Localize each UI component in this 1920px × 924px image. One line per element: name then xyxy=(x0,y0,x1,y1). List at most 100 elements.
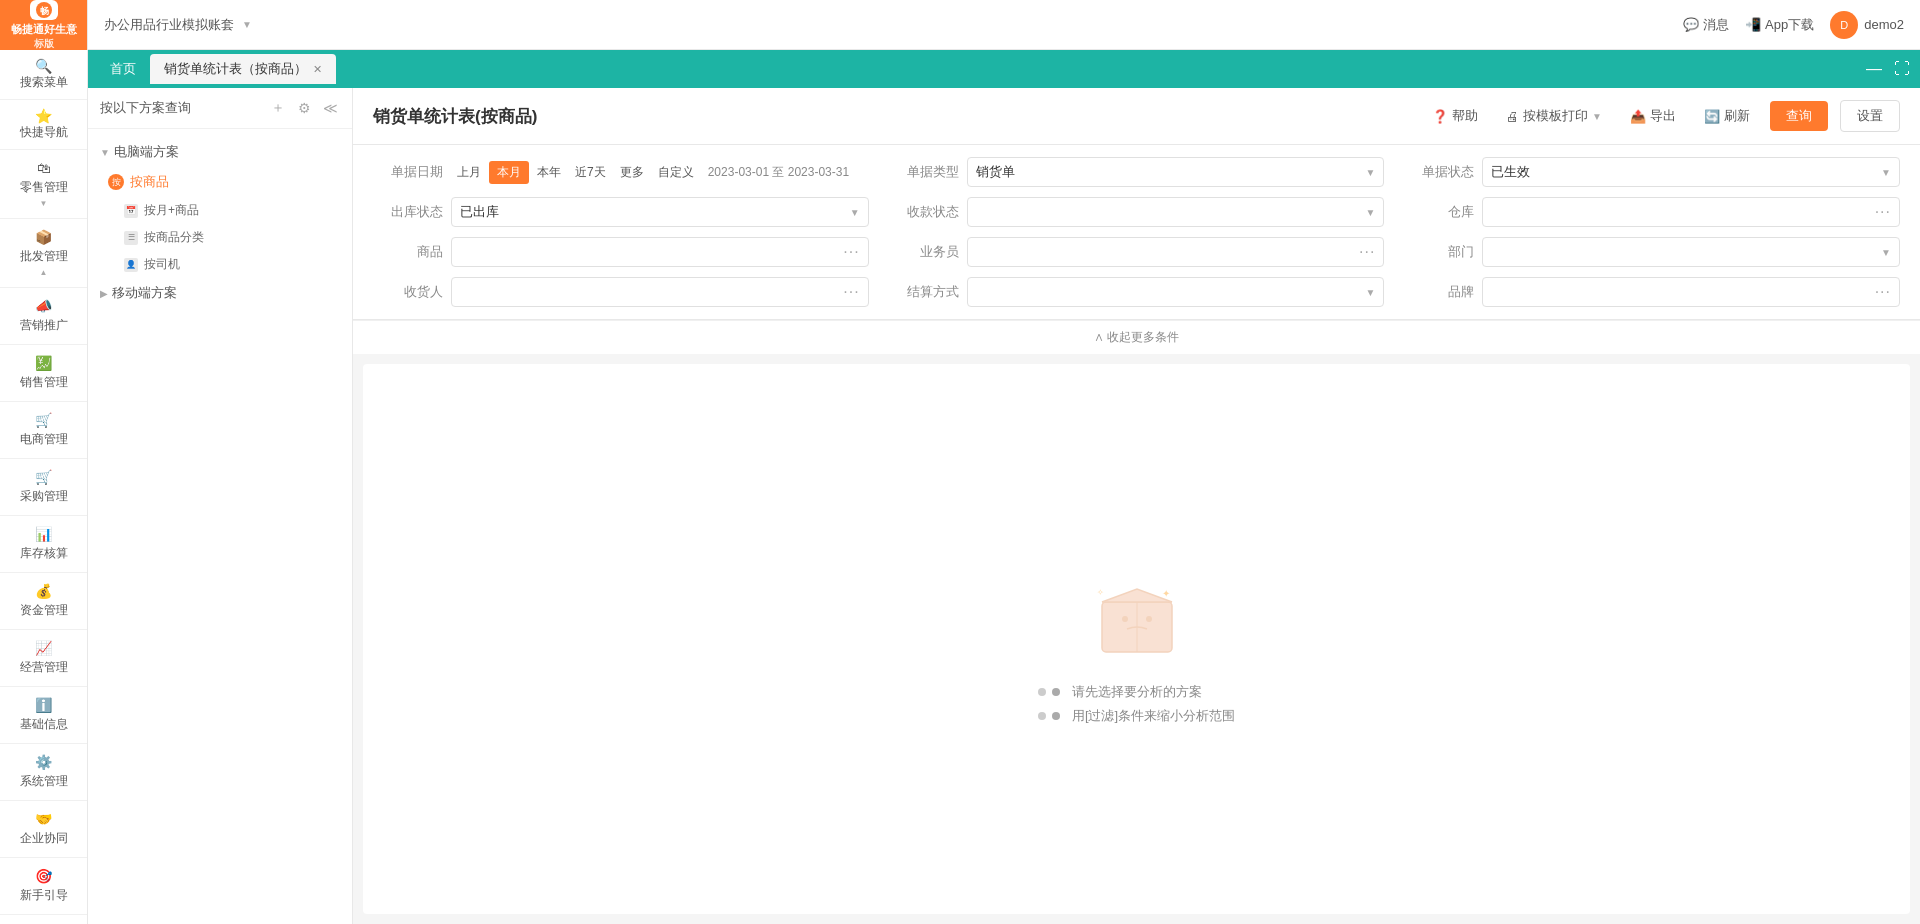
filter-row-4: 收货人 ··· 结算方式 ▼ 品牌 xyxy=(373,277,1900,307)
maximize-btn[interactable]: ⛶ xyxy=(1892,58,1912,80)
filter-row-1: 单据日期 上月 本月 本年 近7天 更多 自定义 2023-03-01 至 20… xyxy=(373,157,1900,187)
tab-home[interactable]: 首页 xyxy=(96,54,150,84)
refresh-icon: 🔄 xyxy=(1704,109,1720,124)
doc-status-value: 已生效 xyxy=(1491,163,1530,181)
sidebar-item-finance-mgmt[interactable]: 💰 资金管理 xyxy=(0,573,87,630)
sidebar-item-sales-mgmt[interactable]: 💹 销售管理 xyxy=(0,345,87,402)
sidebar-item-ecommerce-mgmt[interactable]: 🛒 电商管理 xyxy=(0,402,87,459)
sidebar-item-purchase-mgmt[interactable]: 🛒 采购管理 xyxy=(0,459,87,516)
chevron-down-icon: ▼ xyxy=(40,199,48,208)
finance-icon: 💰 xyxy=(35,583,52,599)
collapse-more-btn[interactable]: ∧ 收起更多条件 xyxy=(353,320,1920,354)
close-icon[interactable]: ✕ xyxy=(313,63,322,76)
date-field: 单据日期 上月 本月 本年 近7天 更多 自定义 2023-03-01 至 20… xyxy=(373,161,869,184)
svg-text:✦: ✦ xyxy=(1162,588,1170,599)
salesperson-more-icon: ··· xyxy=(1359,243,1375,261)
sidebar-item-marketing[interactable]: 📣 营销推广 xyxy=(0,288,87,345)
industry-label: 办公用品行业模拟账套 xyxy=(104,16,234,34)
help-icon: ❓ xyxy=(1432,109,1448,124)
minimize-btn[interactable]: — xyxy=(1864,58,1884,80)
scheme-sub-by-month-product[interactable]: 📅 按月+商品 xyxy=(88,197,352,224)
sidebar-item-system-mgmt[interactable]: ⚙️ 系统管理 xyxy=(0,744,87,801)
app-download-btn[interactable]: 📲 App下载 xyxy=(1745,16,1814,34)
industry-dropdown-icon[interactable]: ▼ xyxy=(242,19,252,30)
app-title: 畅捷通好生意 xyxy=(11,22,77,36)
department-label: 部门 xyxy=(1404,243,1474,261)
scheme-sub-by-cashier[interactable]: 👤 按司机 xyxy=(88,251,352,278)
sidebar-item-inventory-check[interactable]: 📊 库存核算 xyxy=(0,516,87,573)
stock-status-select[interactable]: 已出库 ▼ xyxy=(451,197,869,227)
megaphone-icon: 📣 xyxy=(35,298,52,314)
department-select[interactable]: ▼ xyxy=(1482,237,1900,267)
stock-status-label: 出库状态 xyxy=(373,203,443,221)
date-btn-more[interactable]: 更多 xyxy=(614,161,650,184)
calendar-icon: 📅 xyxy=(124,204,138,218)
refresh-btn[interactable]: 🔄 刷新 xyxy=(1696,103,1758,129)
avatar: D xyxy=(1830,11,1858,39)
sidebar-item-search-menu[interactable]: 🔍 搜索菜单 xyxy=(0,50,87,100)
print-template-btn[interactable]: 🖨 按模板打印 ▼ xyxy=(1498,103,1610,129)
date-range-buttons: 上月 本月 本年 近7天 更多 自定义 xyxy=(451,161,700,184)
sidebar-item-app-center[interactable]: 📱 应用中心 xyxy=(0,915,87,924)
recipient-input[interactable]: ··· xyxy=(451,277,869,307)
message-btn[interactable]: 💬 消息 xyxy=(1683,16,1729,34)
scheme-group-mobile[interactable]: ▶ 移动端方案 xyxy=(88,278,352,308)
industry-selector[interactable]: 办公用品行业模拟账套 ▼ xyxy=(104,16,252,34)
filter-panel: 按以下方案查询 ＋ ⚙ ≪ ▼ 电脑端方案 按 按商品 xyxy=(88,88,353,924)
logo-icon: 畅 xyxy=(30,0,58,20)
scheme-group-desktop[interactable]: ▼ 电脑端方案 xyxy=(88,137,352,167)
warehouse-input[interactable]: ··· xyxy=(1482,197,1900,227)
purchase-icon: 🛒 xyxy=(35,469,52,485)
sidebar-item-quick-nav[interactable]: ⭐ 快捷导航 xyxy=(0,100,87,150)
scheme-group-mobile-label: 移动端方案 xyxy=(112,284,177,302)
empty-line-2: 用[过滤]条件来缩小分析范围 xyxy=(1038,707,1235,725)
top-header: 办公用品行业模拟账套 ▼ 💬 消息 📲 App下载 D demo2 xyxy=(88,0,1920,50)
date-btn-this-year[interactable]: 本年 xyxy=(531,161,567,184)
content-area: 按以下方案查询 ＋ ⚙ ≪ ▼ 电脑端方案 按 按商品 xyxy=(88,88,1920,924)
doc-type-select[interactable]: 销货单 ▼ xyxy=(967,157,1385,187)
download-icon: 📲 xyxy=(1745,17,1761,32)
date-btn-custom[interactable]: 自定义 xyxy=(652,161,700,184)
doc-status-select[interactable]: 已生效 ▼ xyxy=(1482,157,1900,187)
payment-status-select[interactable]: ▼ xyxy=(967,197,1385,227)
sidebar-item-retail-mgmt[interactable]: 🛍 零售管理 ▼ xyxy=(0,150,87,219)
date-range-text: 2023-03-01 至 2023-03-31 xyxy=(708,164,849,181)
salesperson-input[interactable]: ··· xyxy=(967,237,1385,267)
stock-status-dropdown-icon: ▼ xyxy=(850,207,860,218)
add-scheme-btn[interactable]: ＋ xyxy=(268,98,288,118)
user-profile[interactable]: D demo2 xyxy=(1830,11,1904,39)
sidebar-item-wholesale-mgmt[interactable]: 📦 批发管理 ▲ xyxy=(0,219,87,288)
warehouse-more-icon: ··· xyxy=(1875,203,1891,221)
svg-text:畅: 畅 xyxy=(39,6,48,16)
settings-btn[interactable]: 设置 xyxy=(1840,100,1900,132)
date-btn-this-month[interactable]: 本月 xyxy=(489,161,529,184)
settlement-label: 结算方式 xyxy=(889,283,959,301)
wholesale-icon: 📦 xyxy=(35,229,52,245)
export-btn[interactable]: 📤 导出 xyxy=(1622,103,1684,129)
query-btn[interactable]: 查询 xyxy=(1770,101,1828,131)
doc-type-dropdown-icon: ▼ xyxy=(1365,167,1375,178)
page-title: 销货单统计表(按商品) xyxy=(373,105,537,128)
department-field: 部门 ▼ xyxy=(1404,237,1900,267)
scheme-sub-by-category[interactable]: ☰ 按商品分类 xyxy=(88,224,352,251)
category-icon: ☰ xyxy=(124,231,138,245)
tab-sales-stats[interactable]: 销货单统计表（按商品） ✕ xyxy=(150,54,336,84)
sidebar-item-operations-mgmt[interactable]: 📈 经营管理 xyxy=(0,630,87,687)
settings-scheme-btn[interactable]: ⚙ xyxy=(294,98,314,118)
date-btn-last-month[interactable]: 上月 xyxy=(451,161,487,184)
sidebar-item-basic-info[interactable]: ℹ️ 基础信息 xyxy=(0,687,87,744)
scheme-item-by-product[interactable]: 按 按商品 xyxy=(88,167,352,197)
sidebar-item-new-guide[interactable]: 🎯 新手引导 xyxy=(0,858,87,915)
sales-icon: 💹 xyxy=(35,355,52,371)
product-input[interactable]: ··· xyxy=(451,237,869,267)
sidebar: 畅 畅捷通好生意 标版 🔍 搜索菜单 ⭐ 快捷导航 🛍 零售管理 ▼ 📦 批发管… xyxy=(0,0,88,924)
export-icon: 📤 xyxy=(1630,109,1646,124)
brand-input[interactable]: ··· xyxy=(1482,277,1900,307)
help-btn[interactable]: ❓ 帮助 xyxy=(1424,103,1486,129)
settlement-select[interactable]: ▼ xyxy=(967,277,1385,307)
print-icon: 🖨 xyxy=(1506,109,1519,124)
date-btn-7days[interactable]: 近7天 xyxy=(569,161,612,184)
sidebar-item-enterprise-collab[interactable]: 🤝 企业协同 xyxy=(0,801,87,858)
collapse-panel-btn[interactable]: ≪ xyxy=(320,98,340,118)
warehouse-label: 仓库 xyxy=(1404,203,1474,221)
